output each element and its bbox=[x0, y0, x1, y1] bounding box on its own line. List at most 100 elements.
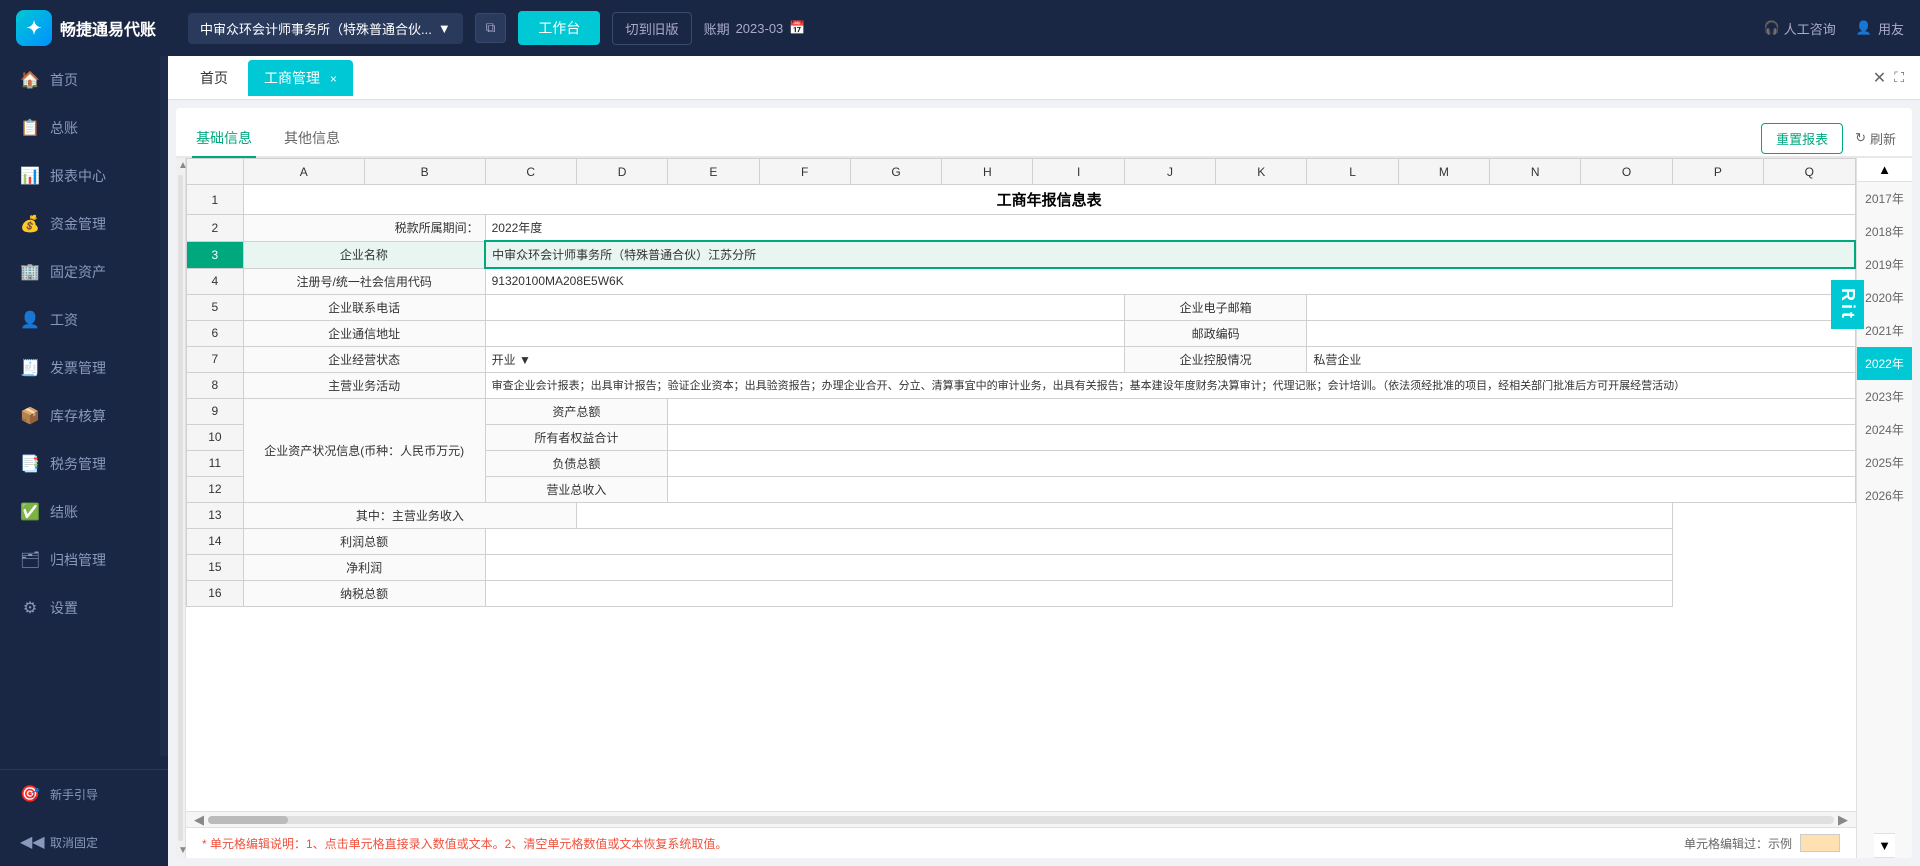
sidebar-item-fund[interactable]: 💰 资金管理 bbox=[0, 200, 168, 248]
sidebar-item-settings[interactable]: ⚙ 设置 bbox=[0, 584, 168, 632]
col-header-h[interactable]: H bbox=[942, 159, 1033, 185]
sidebar-item-tax[interactable]: 📑 税务管理 bbox=[0, 440, 168, 488]
col-header-a[interactable]: A bbox=[243, 159, 364, 185]
col-header-j[interactable]: J bbox=[1124, 159, 1215, 185]
calendar-icon[interactable]: 📅 bbox=[789, 20, 805, 36]
year-item-2023[interactable]: 2023年 bbox=[1857, 380, 1912, 413]
sidebar-item-unpin[interactable]: ◀◀ 取消固定 bbox=[0, 818, 168, 866]
old-version-button[interactable]: 切到旧版 bbox=[612, 12, 691, 45]
cell-5-email[interactable] bbox=[1307, 294, 1855, 320]
sidebar-item-guide[interactable]: 🎯 新手引导 bbox=[0, 770, 168, 818]
cell-12-revenue-val[interactable] bbox=[668, 476, 1855, 502]
cell-3-value[interactable]: 中审众环会计师事务所（特殊普通合伙）江苏分所 bbox=[485, 241, 1855, 268]
salary-icon: 👤 bbox=[20, 310, 40, 330]
sidebar-item-archive[interactable]: 🗂 归档管理 bbox=[0, 536, 168, 584]
cell-7-status[interactable]: 开业 ▼ bbox=[485, 346, 1124, 372]
h-scroll-left[interactable]: ◀ bbox=[190, 812, 208, 828]
sidebar-label-ledger: 总账 bbox=[50, 118, 78, 138]
cell-10-equity-val[interactable] bbox=[668, 424, 1855, 450]
consult-button[interactable]: 🎧 人工咨询 bbox=[1764, 19, 1836, 38]
col-header-k[interactable]: K bbox=[1216, 159, 1307, 185]
cell-6-addr[interactable] bbox=[485, 320, 1124, 346]
col-header-m[interactable]: M bbox=[1398, 159, 1489, 185]
cell-8-value[interactable]: 审查企业会计报表；出具审计报告；验证企业资本；出具验资报告；办理企业合开、分立、… bbox=[485, 372, 1855, 398]
tab-close-button[interactable]: × bbox=[330, 72, 337, 86]
h-scroll-right[interactable]: ▶ bbox=[1834, 812, 1852, 828]
year-item-2019[interactable]: 2019年 bbox=[1857, 248, 1912, 281]
year-nav-down-btn[interactable]: ▼ bbox=[1874, 833, 1895, 858]
cell-2-value[interactable]: 2022年度 bbox=[485, 215, 1855, 242]
col-header-i[interactable]: I bbox=[1033, 159, 1124, 185]
year-item-2017[interactable]: 2017年 bbox=[1857, 182, 1912, 215]
sidebar-item-inventory[interactable]: 📦 库存核算 bbox=[0, 392, 168, 440]
row-num-5: 5 bbox=[187, 294, 244, 320]
col-header-f[interactable]: F bbox=[759, 159, 850, 185]
cell-11-debt-val[interactable] bbox=[668, 450, 1855, 476]
subtab-basic[interactable]: 基础信息 bbox=[192, 120, 256, 158]
spreadsheet-inner[interactable]: A B C D E F G H I J bbox=[186, 158, 1856, 811]
sidebar-item-invoice[interactable]: 🧾 发票管理 bbox=[0, 344, 168, 392]
title-cell[interactable]: 工商年报信息表 bbox=[243, 185, 1855, 215]
sidebar-item-ledger[interactable]: 📋 总账 bbox=[0, 104, 168, 152]
sidebar-item-salary[interactable]: 👤 工资 bbox=[0, 296, 168, 344]
sidebar-item-assets[interactable]: 🏢 固定资产 bbox=[0, 248, 168, 296]
year-item-2025[interactable]: 2025年 bbox=[1857, 446, 1912, 479]
year-item-2018[interactable]: 2018年 bbox=[1857, 215, 1912, 248]
workbench-button[interactable]: 工作台 bbox=[518, 11, 600, 45]
close-all-icon[interactable]: ✕ bbox=[1873, 68, 1886, 88]
cell-7-holding[interactable]: 私营企业 bbox=[1307, 346, 1855, 372]
col-header-c[interactable]: C bbox=[485, 159, 576, 185]
company-selector[interactable]: 中审众环会计师事务所（特殊普通合伙... ▼ bbox=[188, 13, 463, 44]
home-icon: 🏠 bbox=[20, 70, 40, 90]
col-header-l[interactable]: L bbox=[1307, 159, 1398, 185]
col-header-p[interactable]: P bbox=[1672, 159, 1763, 185]
invoice-icon: 🧾 bbox=[20, 358, 40, 378]
copy-button[interactable]: ⧉ bbox=[475, 13, 507, 43]
row-num-16: 16 bbox=[187, 580, 244, 606]
bottom-right: 单元格编辑过：示例 bbox=[1684, 834, 1840, 852]
scroll-thumb bbox=[178, 175, 183, 841]
refresh-button[interactable]: ↻ 刷新 bbox=[1855, 129, 1896, 148]
tab-home[interactable]: 首页 bbox=[184, 60, 244, 96]
cell-4-value[interactable]: 91320100MA208E5W6K bbox=[485, 268, 1855, 294]
cell-9-asset-label: 资产总额 bbox=[485, 398, 668, 424]
horizontal-scrollbar[interactable]: ◀ ▶ bbox=[186, 811, 1856, 827]
col-header-d[interactable]: D bbox=[576, 159, 667, 185]
cell-14-profit-val[interactable] bbox=[485, 528, 1672, 554]
year-nav-up[interactable]: ▲ bbox=[1857, 158, 1912, 182]
cell-13-main-val[interactable] bbox=[576, 502, 1672, 528]
expand-icon[interactable]: ⛶ bbox=[1894, 69, 1904, 86]
year-item-2026[interactable]: 2026年 bbox=[1857, 479, 1912, 512]
col-header-q[interactable]: Q bbox=[1763, 159, 1855, 185]
h-scroll-thumb[interactable] bbox=[208, 816, 288, 824]
sidebar-item-report[interactable]: 📊 报表中心 bbox=[0, 152, 168, 200]
year-item-2022[interactable]: 2022年 bbox=[1857, 347, 1912, 380]
year-item-2021[interactable]: 2021年 bbox=[1857, 314, 1912, 347]
scroll-down-arrow[interactable]: ▼ bbox=[176, 843, 185, 858]
year-item-2020[interactable]: 2020年 bbox=[1857, 281, 1912, 314]
year-item-2024[interactable]: 2024年 bbox=[1857, 413, 1912, 446]
col-header-e[interactable]: E bbox=[668, 159, 759, 185]
cell-15-net-val[interactable] bbox=[485, 554, 1672, 580]
tab-bar: 首页 工商管理 × ✕ ⛶ bbox=[168, 56, 1920, 100]
cell-5-phone[interactable] bbox=[485, 294, 1124, 320]
col-header-n[interactable]: N bbox=[1490, 159, 1581, 185]
spreadsheet-container: ▲ ▼ A B C bbox=[176, 158, 1912, 858]
col-header-b[interactable]: B bbox=[364, 159, 485, 185]
reset-report-button[interactable]: 重置报表 bbox=[1761, 123, 1843, 154]
sub-tabs: 基础信息 其他信息 重置报表 ↻ 刷新 bbox=[176, 108, 1912, 158]
subtab-other[interactable]: 其他信息 bbox=[280, 120, 344, 158]
sidebar-label-assets: 固定资产 bbox=[50, 262, 106, 282]
sidebar-item-close[interactable]: ✅ 结账 bbox=[0, 488, 168, 536]
cell-6-zip[interactable] bbox=[1307, 320, 1855, 346]
col-header-o[interactable]: O bbox=[1581, 159, 1672, 185]
cell-15-net-label: 净利润 bbox=[243, 554, 485, 580]
left-scroll-strip[interactable]: ▲ ▼ bbox=[176, 158, 186, 858]
scroll-up-arrow[interactable]: ▲ bbox=[176, 158, 185, 173]
sidebar-item-home[interactable]: 🏠 首页 bbox=[0, 56, 168, 104]
user-area[interactable]: 👤 用友 bbox=[1856, 19, 1904, 38]
cell-16-tax-val[interactable] bbox=[485, 580, 1672, 606]
cell-9-asset-val[interactable] bbox=[668, 398, 1855, 424]
tab-active[interactable]: 工商管理 × bbox=[248, 60, 353, 96]
col-header-g[interactable]: G bbox=[850, 159, 941, 185]
